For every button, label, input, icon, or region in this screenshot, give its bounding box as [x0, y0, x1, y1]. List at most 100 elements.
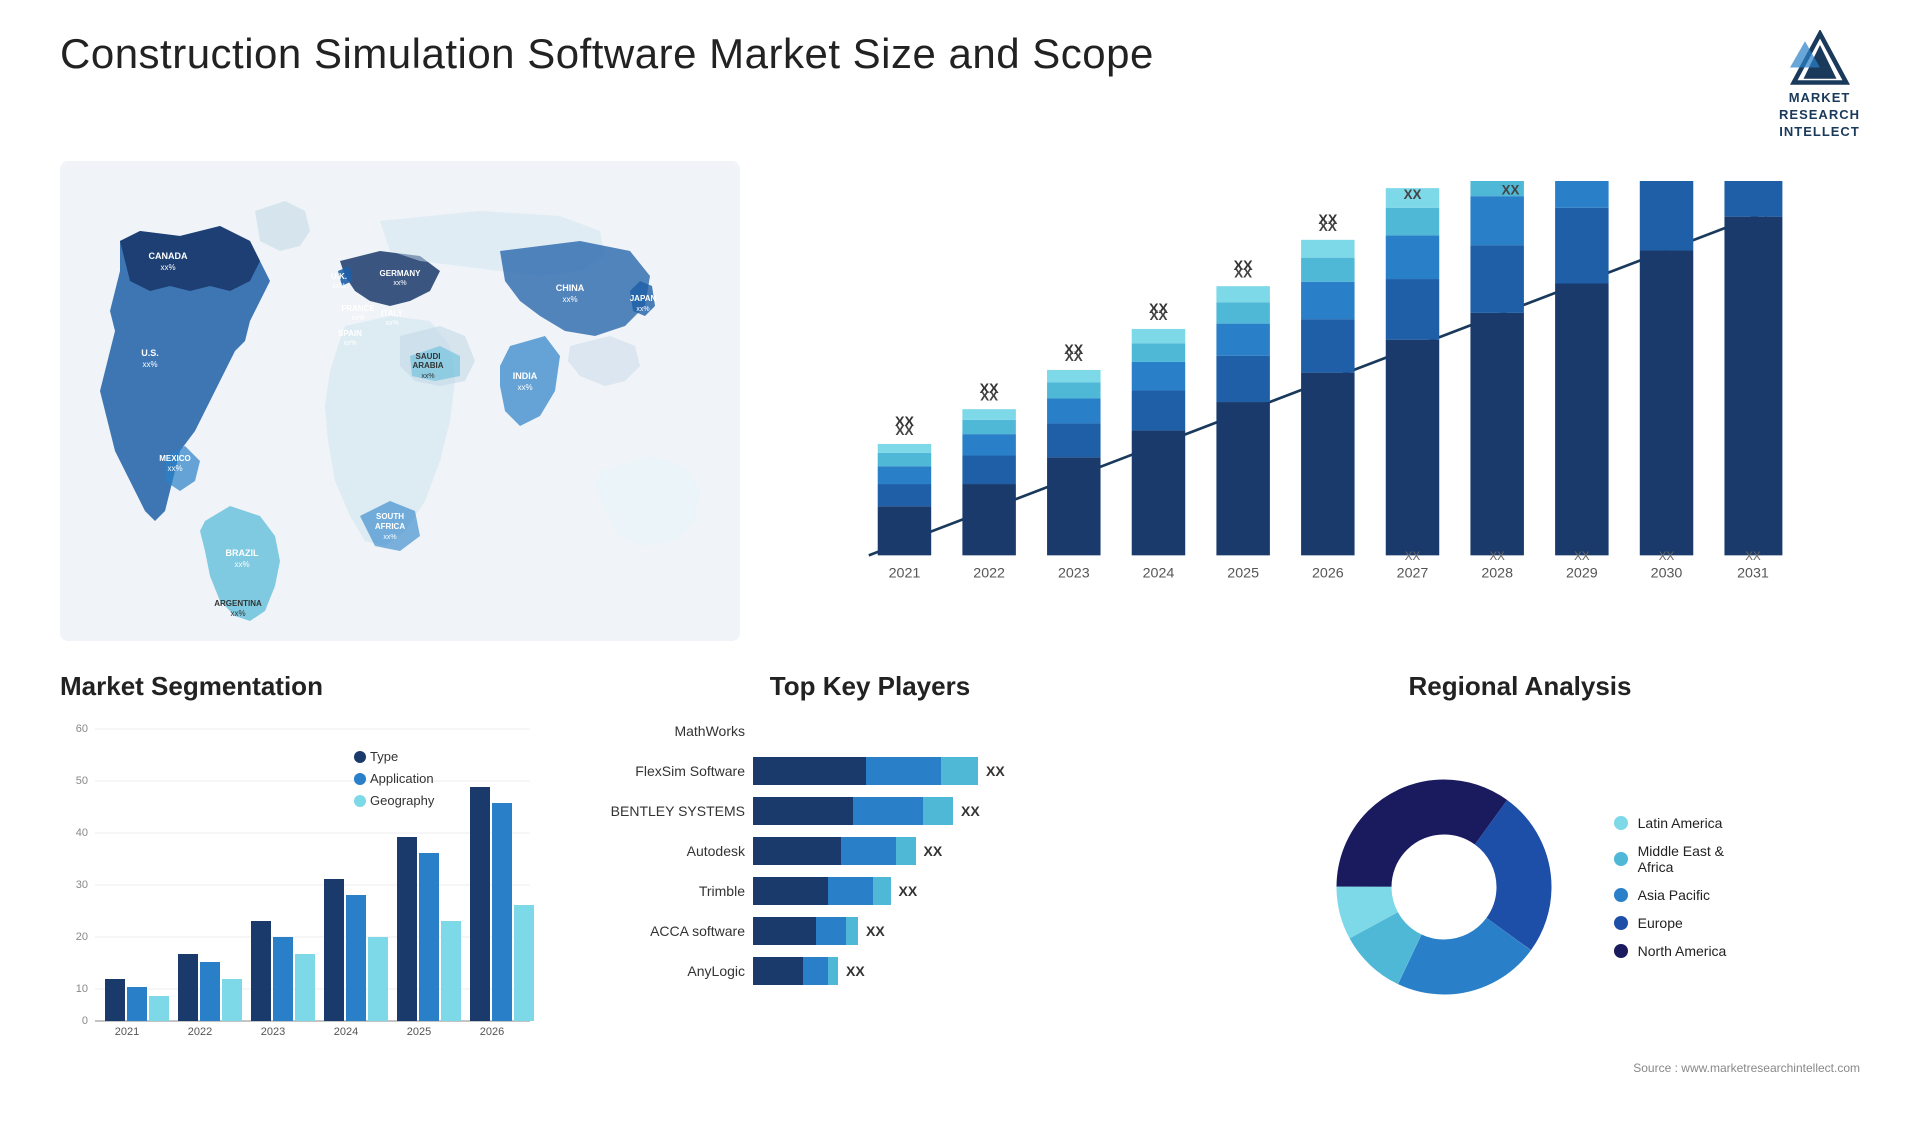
kp-row: FlexSim SoftwareXX — [580, 757, 1160, 785]
kp-bar — [753, 957, 838, 985]
legend-dot-latin-america — [1614, 816, 1628, 830]
legend-dot-asia-pacific — [1614, 888, 1628, 902]
legend-label-europe: Europe — [1638, 915, 1683, 931]
kp-value: XX — [866, 923, 885, 939]
svg-text:40: 40 — [76, 827, 88, 839]
key-players-rows: MathWorks FlexSim SoftwareXX BENTLEY SYSTE… — [580, 717, 1160, 985]
svg-text:Application: Application — [370, 771, 434, 786]
kp-value: XX — [924, 843, 943, 859]
kp-bar-segment — [753, 797, 853, 825]
page-container: Construction Simulation Software Market … — [0, 0, 1920, 1146]
svg-text:AFRICA: AFRICA — [375, 522, 405, 531]
top-section: CANADA xx% U.S. xx% MEXICO xx% BRAZIL xx… — [60, 161, 1860, 641]
bar-chart-svg: XX XX XX XX — [790, 181, 1830, 591]
header: Construction Simulation Software Market … — [60, 30, 1860, 141]
kp-player-name: Autodesk — [580, 843, 745, 859]
kp-bar — [753, 757, 978, 785]
kp-row: BENTLEY SYSTEMSXX — [580, 797, 1160, 825]
svg-text:2023: 2023 — [1058, 565, 1090, 581]
svg-text:2021: 2021 — [889, 565, 921, 581]
bar-chart-container: XX XX XX XX — [770, 161, 1860, 641]
svg-text:XX: XX — [1065, 349, 1083, 364]
legend-dot-mea — [1614, 852, 1628, 866]
svg-text:2025: 2025 — [1227, 565, 1259, 581]
kp-bar-segment — [803, 957, 828, 985]
kp-bar-segment — [753, 757, 866, 785]
kp-bar-segment — [753, 957, 803, 985]
svg-text:xx%: xx% — [343, 340, 356, 347]
svg-text:xx%: xx% — [332, 283, 345, 290]
kp-bar — [753, 797, 953, 825]
svg-text:2026: 2026 — [480, 1026, 504, 1037]
svg-text:XX: XX — [1745, 550, 1761, 562]
svg-text:Type: Type — [370, 749, 398, 764]
svg-text:xx%: xx% — [393, 280, 406, 287]
svg-text:SAUDI: SAUDI — [416, 352, 441, 361]
kp-bar-segment — [941, 757, 979, 785]
svg-text:ITALY: ITALY — [381, 309, 403, 318]
svg-text:60: 60 — [76, 723, 88, 735]
bottom-section: Market Segmentation 60 50 40 30 20 10 0 — [60, 671, 1860, 1091]
svg-text:20: 20 — [76, 931, 88, 943]
svg-text:GERMANY: GERMANY — [380, 269, 422, 278]
legend-label-north-america: North America — [1638, 943, 1727, 959]
legend-label-latin-america: Latin America — [1638, 815, 1723, 831]
svg-text:U.K.: U.K. — [331, 272, 347, 281]
legend-dot-europe — [1614, 916, 1628, 930]
svg-text:2022: 2022 — [188, 1026, 212, 1037]
svg-text:xx%: xx% — [517, 383, 532, 392]
kp-bar-segment — [828, 877, 873, 905]
svg-text:xx%: xx% — [142, 360, 157, 369]
kp-bar — [753, 837, 916, 865]
svg-text:XX: XX — [1319, 219, 1337, 234]
svg-text:30: 30 — [76, 879, 88, 891]
kp-player-name: BENTLEY SYSTEMS — [580, 803, 745, 819]
kp-row: TrimbleXX — [580, 877, 1160, 905]
svg-text:xx%: xx% — [230, 609, 245, 618]
kp-row: MathWorks — [580, 717, 1160, 745]
segmentation-title: Market Segmentation — [60, 671, 560, 702]
kp-row: ACCA softwareXX — [580, 917, 1160, 945]
kp-bar-area: XX — [753, 757, 1160, 785]
svg-text:xx%: xx% — [421, 373, 434, 380]
svg-text:2022: 2022 — [973, 565, 1005, 581]
kp-player-name: Trimble — [580, 883, 745, 899]
svg-text:2024: 2024 — [334, 1026, 358, 1037]
segmentation-chart: 60 50 40 30 20 10 0 — [60, 717, 560, 1037]
key-players-panel: Top Key Players MathWorks FlexSim Softwar… — [580, 671, 1160, 1091]
kp-bar-segment — [923, 797, 953, 825]
svg-text:XX: XX — [1574, 550, 1590, 562]
kp-bar-segment — [816, 917, 846, 945]
segment-panel: Market Segmentation 60 50 40 30 20 10 0 — [60, 671, 560, 1091]
kp-bar-segment — [853, 797, 923, 825]
svg-text:2028: 2028 — [1481, 565, 1513, 581]
svg-text:FRANCE: FRANCE — [341, 304, 375, 313]
kp-row: Autodesk XX — [580, 837, 1160, 865]
kp-bar-segment — [841, 837, 896, 865]
kp-bar-segment — [896, 837, 916, 865]
svg-text:XX: XX — [896, 423, 914, 438]
svg-text:XX: XX — [1405, 550, 1421, 562]
regional-legend: Latin America Middle East &Africa Asia P… — [1614, 815, 1727, 959]
svg-text:XX: XX — [1502, 182, 1520, 197]
kp-bar-segment — [866, 757, 941, 785]
kp-bar-area: XX — [753, 837, 1160, 865]
svg-text:xx%: xx% — [383, 534, 396, 541]
svg-text:xx%: xx% — [562, 295, 577, 304]
logo: MARKET RESEARCH INTELLECT — [1779, 30, 1860, 141]
kp-bar-segment — [753, 917, 816, 945]
svg-text:2021: 2021 — [115, 1026, 139, 1037]
page-title: Construction Simulation Software Market … — [60, 30, 1154, 78]
legend-label-asia-pacific: Asia Pacific — [1638, 887, 1710, 903]
svg-text:2025: 2025 — [407, 1026, 431, 1037]
svg-text:Geography: Geography — [370, 793, 435, 808]
kp-bar-area: XX — [753, 917, 1160, 945]
legend-north-america: North America — [1614, 943, 1727, 959]
svg-text:xx%: xx% — [351, 315, 364, 322]
svg-text:ARABIA: ARABIA — [412, 361, 443, 370]
svg-text:XX: XX — [1404, 186, 1422, 201]
kp-value: XX — [846, 963, 865, 979]
svg-text:xx%: xx% — [636, 306, 649, 313]
key-players-title: Top Key Players — [580, 671, 1160, 702]
svg-text:2030: 2030 — [1651, 565, 1683, 581]
